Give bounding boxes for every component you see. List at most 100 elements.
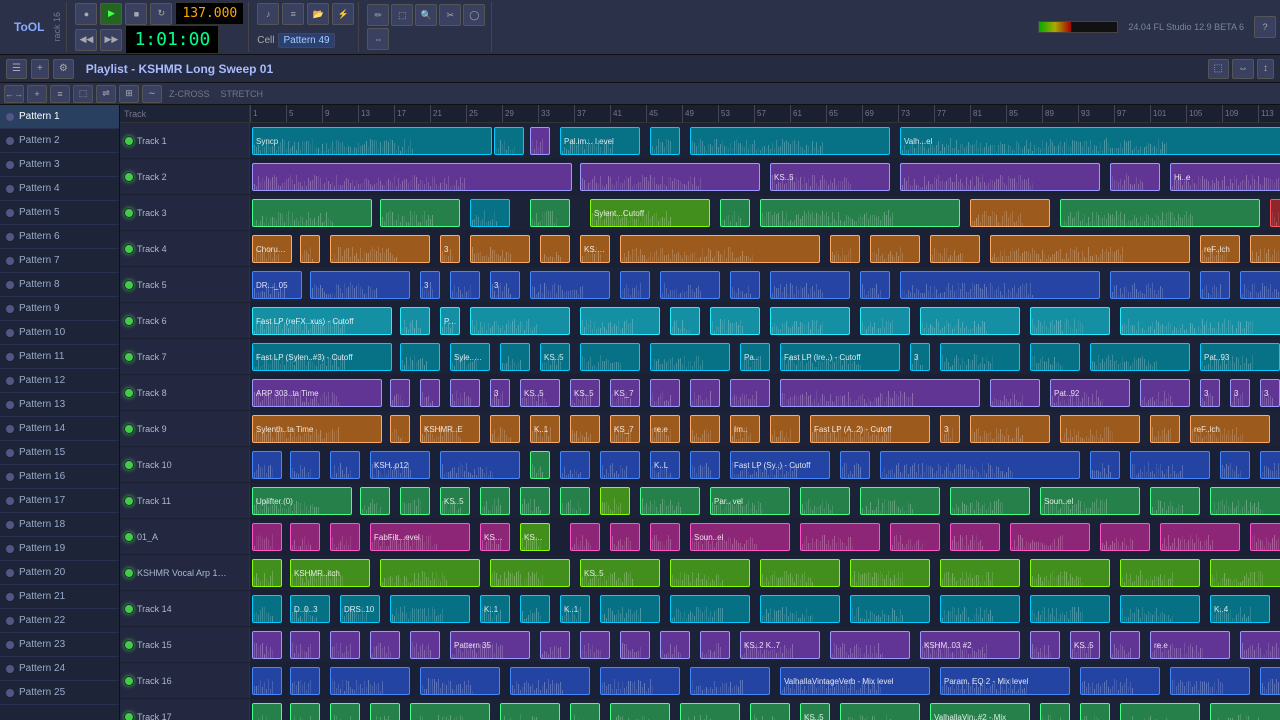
- pattern-block-13-6[interactable]: [760, 559, 840, 587]
- pattern-block-17-2[interactable]: [330, 703, 360, 720]
- pattern-block-14-12[interactable]: [1030, 595, 1110, 623]
- track-led-13[interactable]: [124, 568, 134, 578]
- pattern-block-15-12[interactable]: [830, 631, 910, 659]
- pattern-block-15-8[interactable]: [620, 631, 650, 659]
- track-header-5[interactable]: Track 5: [120, 267, 250, 302]
- mixer-btn[interactable]: ≡: [282, 3, 304, 25]
- pattern-block-12-5[interactable]: KSH..2: [520, 523, 550, 551]
- loop-btn[interactable]: ↻: [150, 3, 172, 25]
- playlist-settings-btn[interactable]: ⚙: [53, 59, 74, 79]
- pattern-block-15-2[interactable]: [330, 631, 360, 659]
- pattern-block-5-14[interactable]: [1240, 271, 1280, 299]
- pattern-block-6-10[interactable]: [1030, 307, 1110, 335]
- track-led-11[interactable]: [124, 496, 134, 506]
- pattern-block-12-3[interactable]: FabFilt...evel: [370, 523, 470, 551]
- pattern-block-17-7[interactable]: [610, 703, 670, 720]
- ptool-5[interactable]: ⇌: [96, 85, 116, 103]
- pattern-block-9-5[interactable]: [570, 415, 600, 443]
- pattern-block-12-6[interactable]: [570, 523, 600, 551]
- track-header-15[interactable]: Track 15: [120, 627, 250, 662]
- pattern-block-14-9[interactable]: [760, 595, 840, 623]
- pattern-block-11-13[interactable]: Soun..el: [1040, 487, 1140, 515]
- pattern-block-13-5[interactable]: [670, 559, 750, 587]
- pattern-block-3-0[interactable]: [252, 199, 372, 227]
- track-content-15[interactable]: Pattern 35KS..2 K..7KSHM..03 #2KS..5re.e: [250, 627, 1280, 662]
- pattern-item-3[interactable]: Pattern 3: [0, 153, 119, 177]
- pattern-block-17-16[interactable]: [1210, 703, 1280, 720]
- track-header-1[interactable]: Track 1: [120, 123, 250, 158]
- pattern-block-12-11[interactable]: [890, 523, 940, 551]
- pattern-block-5-10[interactable]: [860, 271, 890, 299]
- pattern-block-13-3[interactable]: [490, 559, 570, 587]
- pattern-item-9[interactable]: Pattern 9: [0, 297, 119, 321]
- pattern-block-6-11[interactable]: [1120, 307, 1280, 335]
- pattern-block-5-3[interactable]: [450, 271, 480, 299]
- pattern-block-3-4[interactable]: Sylent...Cutoff: [590, 199, 710, 227]
- track-led-16[interactable]: [124, 676, 134, 686]
- pattern-block-10-2[interactable]: [330, 451, 360, 479]
- track-content-2[interactable]: KS..5Hi..e: [250, 159, 1280, 194]
- pattern-block-13-8[interactable]: [940, 559, 1020, 587]
- pattern-block-10-12[interactable]: [880, 451, 1080, 479]
- pattern-block-7-13[interactable]: Pat..93: [1200, 343, 1280, 371]
- track-header-13[interactable]: KSHMR Vocal Arp 15...: [120, 555, 250, 590]
- pattern-block-17-3[interactable]: [370, 703, 400, 720]
- pattern-block-9-0[interactable]: Sylenth..ta Time: [252, 415, 382, 443]
- pattern-block-10-5[interactable]: [530, 451, 550, 479]
- browser-btn[interactable]: 📂: [307, 3, 329, 25]
- pattern-block-15-1[interactable]: [290, 631, 320, 659]
- ptool-2[interactable]: +: [27, 85, 47, 103]
- track-led-15[interactable]: [124, 640, 134, 650]
- pattern-block-12-16[interactable]: [1250, 523, 1280, 551]
- pattern-block-5-11[interactable]: [900, 271, 1100, 299]
- pattern-block-16-2[interactable]: [330, 667, 410, 695]
- pattern-block-8-7[interactable]: KS_7: [610, 379, 640, 407]
- pattern-block-15-11[interactable]: KS..2 K..7: [740, 631, 820, 659]
- pattern-block-16-8[interactable]: Param. EQ 2 - Mix level: [940, 667, 1070, 695]
- track-header-11[interactable]: Track 11: [120, 483, 250, 518]
- pattern-block-6-0[interactable]: Fast LP (reFX..xus) - Cutoff: [252, 307, 392, 335]
- pattern-block-8-8[interactable]: [650, 379, 680, 407]
- pattern-block-15-6[interactable]: [540, 631, 570, 659]
- track-header-8[interactable]: Track 8: [120, 375, 250, 410]
- pattern-block-10-8[interactable]: K..L: [650, 451, 680, 479]
- pattern-block-5-12[interactable]: [1110, 271, 1190, 299]
- track-content-16[interactable]: ValhallaVintageVerb - Mix levelParam. EQ…: [250, 663, 1280, 698]
- pattern-item-18[interactable]: Pattern 18: [0, 513, 119, 537]
- pattern-block-14-13[interactable]: [1120, 595, 1200, 623]
- pattern-block-3-7[interactable]: [970, 199, 1050, 227]
- pattern-block-9-11[interactable]: Fast LP (A..2) - Cutoff: [810, 415, 930, 443]
- pattern-block-10-15[interactable]: [1220, 451, 1250, 479]
- pattern-block-14-8[interactable]: [670, 595, 750, 623]
- pattern-item-17[interactable]: Pattern 17: [0, 489, 119, 513]
- pattern-block-16-4[interactable]: [510, 667, 590, 695]
- pattern-block-12-10[interactable]: [800, 523, 880, 551]
- pattern-block-7-6[interactable]: [650, 343, 730, 371]
- track-led-17[interactable]: [124, 712, 134, 720]
- track-content-1[interactable]: SyncpPal.im... l.evelValh...el: [250, 123, 1280, 158]
- next-btn[interactable]: ▶▶: [100, 29, 122, 51]
- pattern-block-17-0[interactable]: [252, 703, 282, 720]
- pattern-block-17-12[interactable]: ValhallaVin..#2 - Mix: [930, 703, 1030, 720]
- pattern-block-4-6[interactable]: KS..#2: [580, 235, 610, 263]
- pattern-block-8-10[interactable]: [730, 379, 770, 407]
- pattern-block-16-3[interactable]: [420, 667, 500, 695]
- playlist-tool2[interactable]: ⇔: [1232, 59, 1254, 79]
- pattern-block-9-4[interactable]: K..1: [530, 415, 560, 443]
- pattern-block-7-4[interactable]: KS..5: [540, 343, 570, 371]
- pattern-block-4-11[interactable]: [990, 235, 1190, 263]
- track-led-2[interactable]: [124, 172, 134, 182]
- pattern-item-6[interactable]: Pattern 6: [0, 225, 119, 249]
- pattern-block-7-0[interactable]: Fast LP (Sylen..#3) - Cutoff: [252, 343, 392, 371]
- pattern-block-12-7[interactable]: [610, 523, 640, 551]
- pattern-block-11-0[interactable]: Uplifter.(0): [252, 487, 352, 515]
- pattern-block-10-1[interactable]: [290, 451, 320, 479]
- pattern-block-6-8[interactable]: [860, 307, 910, 335]
- pattern-block-15-9[interactable]: [660, 631, 690, 659]
- pattern-block-3-8[interactable]: [1060, 199, 1260, 227]
- pattern-block-9-15[interactable]: [1150, 415, 1180, 443]
- pattern-item-16[interactable]: Pattern 16: [0, 465, 119, 489]
- pattern-block-8-3[interactable]: [450, 379, 480, 407]
- pattern-block-17-14[interactable]: [1080, 703, 1110, 720]
- pattern-block-3-3[interactable]: [530, 199, 570, 227]
